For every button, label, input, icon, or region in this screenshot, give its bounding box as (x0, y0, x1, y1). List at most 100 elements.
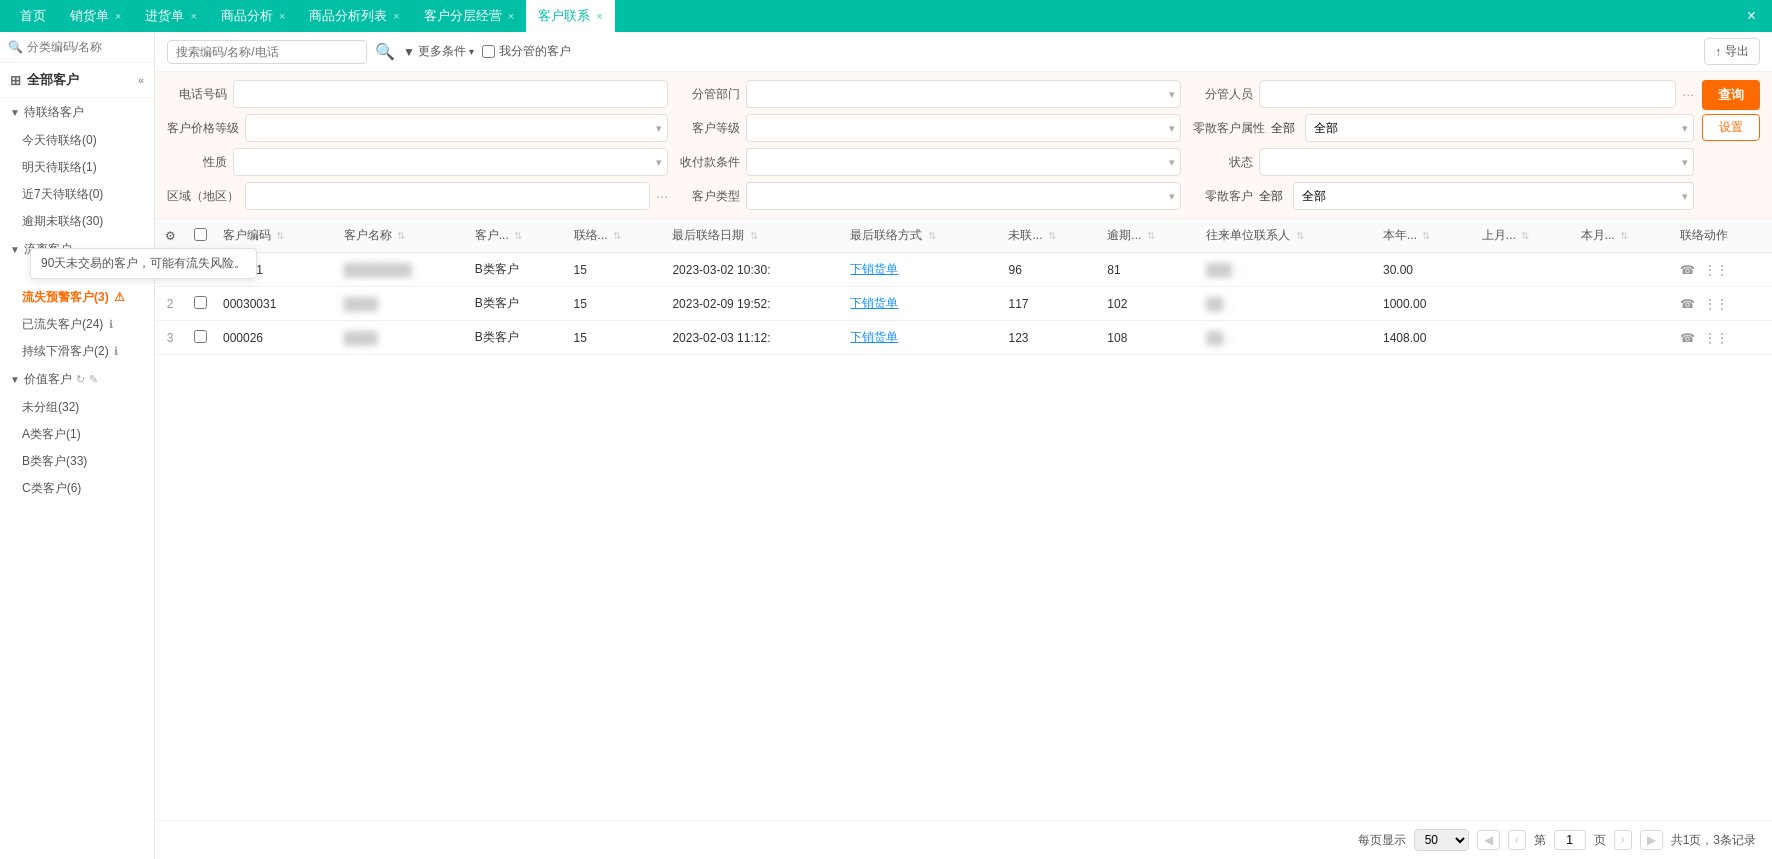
close-product-list-icon[interactable]: × (393, 10, 399, 22)
customer-type-select[interactable] (746, 182, 1181, 210)
retail-customer-select[interactable]: 全部 (1293, 182, 1694, 210)
filter-manager: 分管人员 ··· (1193, 80, 1694, 108)
dept-select[interactable] (746, 80, 1181, 108)
row-lastmethod-3[interactable]: 下销货单 (842, 321, 1000, 355)
col-contact[interactable]: 联络... ⇅ (566, 219, 665, 253)
row-checkbox-2[interactable] (194, 296, 207, 309)
col-last-date[interactable]: 最后联络日期 ⇅ (664, 219, 842, 253)
payment-select[interactable] (746, 148, 1181, 176)
last-page-button[interactable]: ▶ (1640, 830, 1663, 850)
export-button[interactable]: ↑ 导出 (1704, 38, 1760, 65)
sort-uncontact-icon: ⇅ (1048, 230, 1056, 241)
collapse-icon[interactable]: « (138, 74, 144, 86)
more-conditions-button[interactable]: ▼ 更多条件 ▾ (403, 43, 474, 60)
col-overdue[interactable]: 逾期... ⇅ (1099, 219, 1198, 253)
price-level-select[interactable] (245, 114, 668, 142)
row-check-2[interactable] (185, 287, 215, 321)
dept-label: 分管部门 (680, 86, 740, 103)
status-select[interactable] (1259, 148, 1694, 176)
group-value-header[interactable]: ▼ 价值客户 ↻ ✎ (0, 365, 154, 394)
my-customers-label[interactable]: 我分管的客户 (482, 43, 571, 60)
col-type[interactable]: 客户... ⇅ (467, 219, 566, 253)
phone-input[interactable] (233, 80, 668, 108)
nav-product-analysis[interactable]: 商品分析 × (209, 0, 297, 32)
col-last-method[interactable]: 最后联络方式 ⇅ (842, 219, 1000, 253)
col-name[interactable]: 客户名称 ⇅ (336, 219, 467, 253)
arrow-down-icon2: ▼ (10, 244, 20, 255)
all-customers-header[interactable]: ⊞ 全部客户 « (0, 63, 154, 98)
action-more-icon-2[interactable]: ⋮⋮ (1704, 297, 1728, 311)
close-purchase-icon[interactable]: × (190, 10, 196, 22)
col-this-year[interactable]: 本年... ⇅ (1375, 219, 1474, 253)
sidebar-item-b-class[interactable]: B类客户(33) (0, 448, 154, 475)
row-name-3: ████ (336, 321, 467, 355)
row-uncontact-1: 96 (1000, 253, 1099, 287)
action-phone-icon-2[interactable]: ☎ (1680, 297, 1695, 311)
manager-input[interactable] (1259, 80, 1676, 108)
row-lastmethod-1[interactable]: 下销货单 (842, 253, 1000, 287)
sidebar-item-churn-warning[interactable]: 流失预警客户(3) ⚠ (0, 284, 154, 311)
select-all-checkbox[interactable] (194, 228, 207, 241)
row-lastdate-1: 2023-03-02 10:30: (664, 253, 842, 287)
sidebar-item-declining[interactable]: 持续下滑客户(2) ℹ (0, 338, 154, 365)
group-pending-header[interactable]: ▼ 待联络客户 (0, 98, 154, 127)
sidebar-item-a-class[interactable]: A类客户(1) (0, 421, 154, 448)
nav-product-list[interactable]: 商品分析列表 × (297, 0, 411, 32)
sidebar-item-ungroup[interactable]: 未分组(32) (0, 394, 154, 421)
sidebar-item-c-class[interactable]: C类客户(6) (0, 475, 154, 502)
filter-customer-level: 客户等级 (680, 114, 1181, 142)
prev-page-button[interactable]: ‹ (1508, 830, 1526, 850)
page-input[interactable] (1554, 830, 1586, 850)
col-uncontact[interactable]: 未联... ⇅ (1000, 219, 1099, 253)
row-check-3[interactable] (185, 321, 215, 355)
filter-dept: 分管部门 (680, 80, 1181, 108)
sidebar-search-input[interactable] (27, 40, 146, 54)
sidebar-item-7days[interactable]: 近7天待联络(0) (0, 181, 154, 208)
top-nav: 首页 销货单 × 进货单 × 商品分析 × 商品分析列表 × 客户分层经营 × … (0, 0, 1772, 32)
action-phone-icon-3[interactable]: ☎ (1680, 331, 1695, 345)
edit-icon[interactable]: ✎ (89, 373, 98, 386)
close-customer-contact-icon[interactable]: × (596, 10, 602, 22)
nav-customer-tier[interactable]: 客户分层经营 × (412, 0, 526, 32)
action-more-icon-1[interactable]: ⋮⋮ (1704, 263, 1728, 277)
row-contact2-2: ██ ... (1198, 287, 1375, 321)
region-input[interactable] (245, 182, 650, 210)
close-sales-icon[interactable]: × (115, 10, 121, 22)
sidebar-item-tomorrow[interactable]: 明天待联络(1) (0, 154, 154, 181)
col-last-month[interactable]: 上月... ⇅ (1474, 219, 1573, 253)
search-input[interactable] (167, 40, 367, 64)
close-customer-tier-icon[interactable]: × (508, 10, 514, 22)
action-phone-icon-1[interactable]: ☎ (1680, 263, 1695, 277)
customer-level-select[interactable] (746, 114, 1181, 142)
nav-purchase[interactable]: 进货单 × (133, 0, 208, 32)
per-page-select[interactable]: 50 100 (1414, 829, 1469, 851)
refresh-icon[interactable]: ↻ (76, 373, 85, 386)
first-page-button[interactable]: ◀ (1477, 830, 1500, 850)
sidebar-item-today[interactable]: 今天待联络(0) (0, 127, 154, 154)
row-checkbox-3[interactable] (194, 330, 207, 343)
per-page-label: 每页显示 (1358, 832, 1406, 849)
region-dots-button[interactable]: ··· (656, 188, 668, 204)
sort-overdue-icon: ⇅ (1147, 230, 1155, 241)
global-close-icon[interactable]: × (1739, 7, 1764, 25)
col-contact2[interactable]: 往来单位联系人 ⇅ (1198, 219, 1375, 253)
row-code-3: 000026 (215, 321, 336, 355)
nav-customer-contact[interactable]: 客户联系 × (526, 0, 614, 32)
sidebar-item-churned[interactable]: 已流失客户(24) ℹ (0, 311, 154, 338)
col-this-month[interactable]: 本月... ⇅ (1573, 219, 1672, 253)
nav-home[interactable]: 首页 (8, 0, 58, 32)
chevron-down-icon: ▾ (469, 46, 474, 57)
search-button[interactable]: 🔍 (375, 42, 395, 61)
manager-dots-button[interactable]: ··· (1682, 86, 1694, 102)
settings-button[interactable]: 设置 (1702, 114, 1760, 141)
close-product-analysis-icon[interactable]: × (279, 10, 285, 22)
sidebar-item-overdue[interactable]: 逾期未联络(30) (0, 208, 154, 235)
next-page-button[interactable]: › (1614, 830, 1632, 850)
nature-select[interactable] (233, 148, 668, 176)
action-more-icon-3[interactable]: ⋮⋮ (1704, 331, 1728, 345)
retail-attr-select[interactable]: 全部 (1305, 114, 1694, 142)
nav-sales[interactable]: 销货单 × (58, 0, 133, 32)
query-button[interactable]: 查询 (1702, 80, 1760, 110)
row-lastmethod-2[interactable]: 下销货单 (842, 287, 1000, 321)
my-customers-checkbox[interactable] (482, 45, 495, 58)
